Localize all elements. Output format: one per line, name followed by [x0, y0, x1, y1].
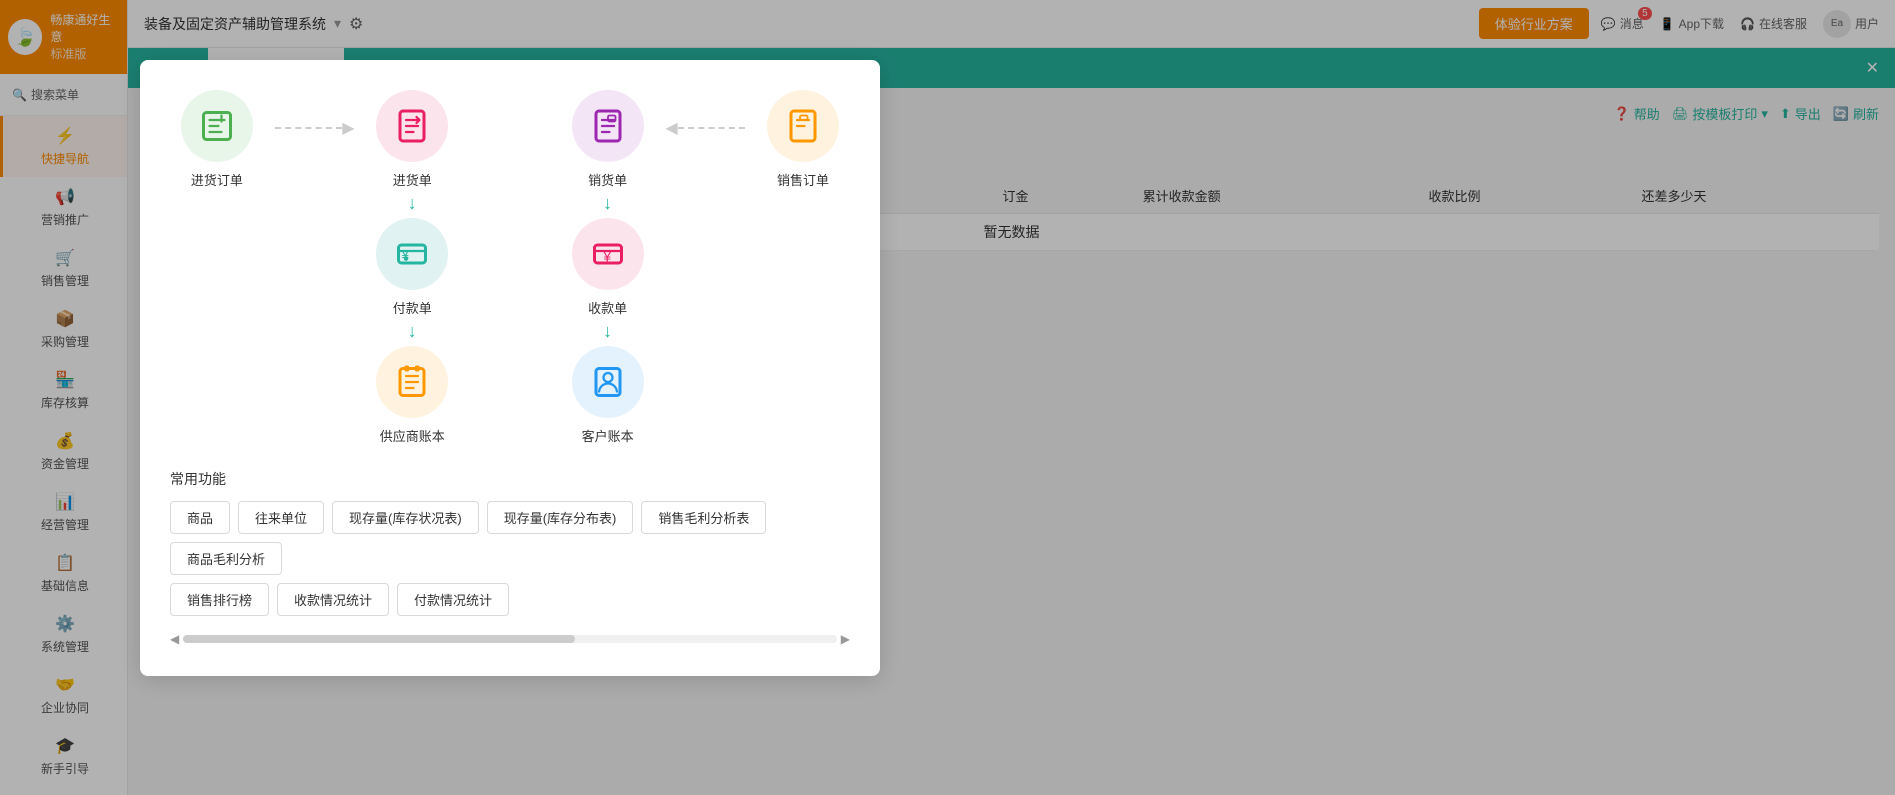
flow-receipt-bill: ¥ 收款单 [572, 218, 644, 317]
customer-account-label: 客户账本 [582, 426, 634, 445]
flow-sales-bill: 销货单 [572, 90, 644, 189]
spacer-f [275, 218, 355, 317]
func-btn-sales-rank[interactable]: 销售排行榜 [170, 583, 269, 616]
flow-payment-bill: ¥ 付款单 [376, 218, 448, 317]
scrollbar-thumb[interactable] [183, 635, 575, 643]
flow-diagram: 进货订单 ▶ 进货单 [170, 90, 850, 445]
spacer-c [665, 193, 745, 214]
receipt-bill-circle[interactable]: ¥ [572, 218, 644, 290]
down-arrow-receipt: ↓ [572, 321, 644, 342]
func-btn-product-profit[interactable]: 商品毛利分析 [170, 542, 282, 575]
modal-scrollbar[interactable]: ◀ ▶ [170, 632, 850, 646]
func-btn-receipt-stats[interactable]: 收款情况统计 [277, 583, 389, 616]
scroll-left-icon[interactable]: ◀ [170, 632, 179, 646]
flow-customer-account: 客户账本 [572, 346, 644, 445]
down-arrow-purchase-bill: ↓ [376, 193, 448, 214]
spacer-l [470, 321, 550, 342]
scroll-right-icon[interactable]: ▶ [841, 632, 850, 646]
common-functions-title: 常用功能 [170, 469, 850, 489]
payment-bill-circle[interactable]: ¥ [376, 218, 448, 290]
sales-order-label: 销售订单 [777, 170, 829, 189]
sales-order-circle[interactable] [767, 90, 839, 162]
purchase-order-label: 进货订单 [191, 170, 243, 189]
spacer-a [275, 193, 355, 214]
spacer-i [767, 218, 839, 317]
purchase-bill-label: 进货单 [393, 170, 432, 189]
func-btn-payment-stats[interactable]: 付款情况统计 [397, 583, 509, 616]
spacer-g [470, 218, 550, 317]
quick-guide-modal: 进货订单 ▶ 进货单 [140, 60, 880, 676]
supplier-account-circle[interactable] [376, 346, 448, 418]
flow-supplier-account: 供应商账本 [376, 346, 448, 445]
flow-row-2: ¥ 付款单 ¥ 收款单 [170, 218, 850, 317]
down-arrow-purchase [181, 193, 253, 214]
purchase-bill-circle[interactable] [376, 90, 448, 162]
func-buttons-row1: 商品 往来单位 现存量(库存状况表) 现存量(库存分布表) 销售毛利分析表 商品… [170, 501, 850, 575]
spacer-n [767, 321, 839, 342]
func-btn-partner[interactable]: 往来单位 [238, 501, 324, 534]
sales-bill-circle[interactable] [572, 90, 644, 162]
customer-account-circle[interactable] [572, 346, 644, 418]
spacer-b [470, 193, 550, 214]
spacer-h [665, 218, 745, 317]
func-btn-stock-dist[interactable]: 现存量(库存分布表) [487, 501, 634, 534]
flow-purchase-order: 进货订单 [181, 90, 253, 189]
sales-bill-label: 销货单 [588, 170, 627, 189]
spacer-j [181, 321, 253, 342]
spacer-o [181, 346, 253, 445]
func-btn-product[interactable]: 商品 [170, 501, 230, 534]
down-arrows-row-2: ↓ ↓ [170, 317, 850, 346]
svg-text:¥: ¥ [401, 248, 410, 263]
common-functions-section: 常用功能 商品 往来单位 现存量(库存状况表) 现存量(库存分布表) 销售毛利分… [170, 469, 850, 616]
down-arrow-payment: ↓ [376, 321, 448, 342]
spacer-d [767, 193, 839, 214]
payment-bill-label: 付款单 [393, 298, 432, 317]
supplier-account-label: 供应商账本 [380, 426, 445, 445]
flow-row-3: 供应商账本 客户账本 [170, 346, 850, 445]
func-buttons-row2: 销售排行榜 收款情况统计 付款情况统计 [170, 583, 850, 616]
down-arrow-sales-bill: ↓ [572, 193, 644, 214]
modal-overlay[interactable]: 进货订单 ▶ 进货单 [0, 0, 1895, 795]
down-arrows-row: ↓ ↓ [170, 189, 850, 218]
spacer-p [275, 346, 355, 445]
arrow-1: ▶ [275, 118, 355, 138]
svg-text:¥: ¥ [602, 250, 611, 265]
spacer-s [767, 346, 839, 445]
flow-purchase-bill: 进货单 [376, 90, 448, 189]
spacer-q [470, 346, 550, 445]
spacer-e [181, 218, 253, 317]
spacer-m [665, 321, 745, 342]
receipt-bill-label: 收款单 [588, 298, 627, 317]
func-btn-stock-status[interactable]: 现存量(库存状况表) [332, 501, 479, 534]
purchase-order-circle[interactable] [181, 90, 253, 162]
scrollbar-track[interactable] [183, 635, 837, 643]
arrow-2: ◀ [665, 118, 745, 138]
func-btn-sales-profit[interactable]: 销售毛利分析表 [641, 501, 766, 534]
flow-sales-order: 销售订单 [767, 90, 839, 189]
spacer-r [665, 346, 745, 445]
spacer-k [275, 321, 355, 342]
